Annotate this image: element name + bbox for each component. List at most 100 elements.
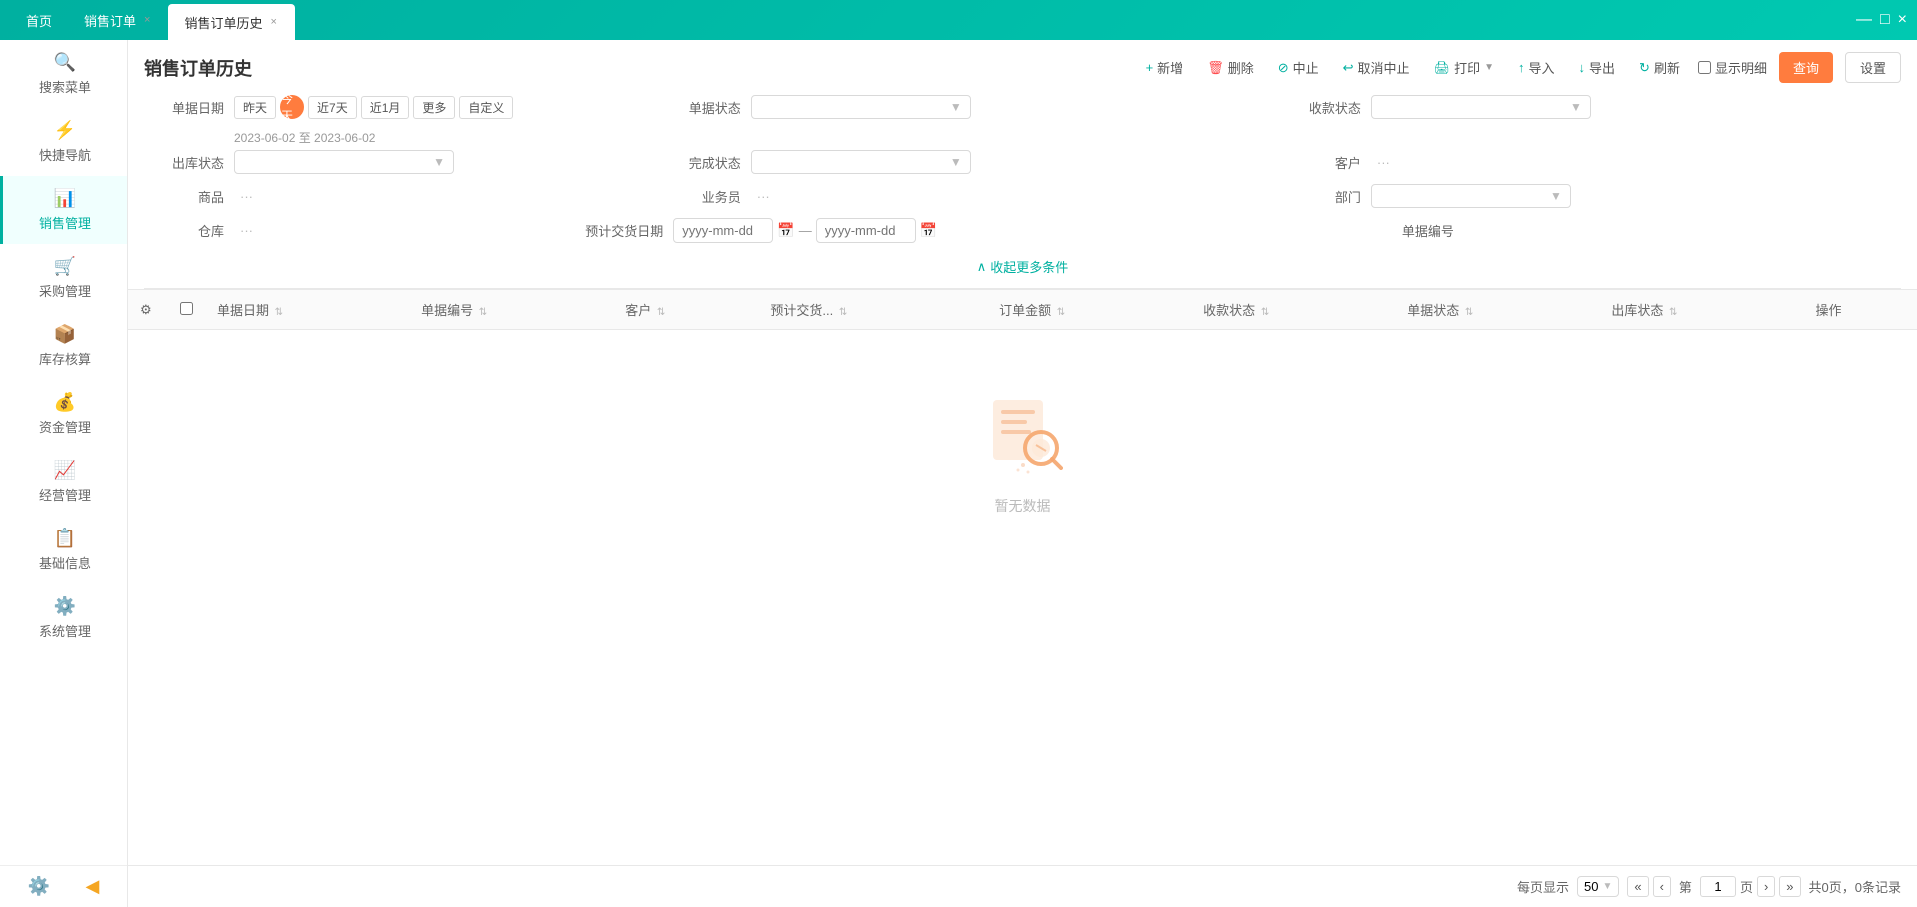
calendar-from-icon[interactable]: 📅 — [777, 222, 794, 239]
date-btn-today[interactable]: 今天 — [280, 95, 304, 119]
settings-button[interactable]: 设置 — [1845, 52, 1901, 83]
status-select[interactable]: ▼ — [751, 95, 971, 119]
payment-select-arrow: ▼ — [1570, 100, 1582, 114]
warehouse-ellipsis[interactable]: ··· — [234, 219, 259, 242]
page-last-btn[interactable]: » — [1779, 876, 1800, 897]
sort-customer-icon: ⇅ — [657, 307, 665, 318]
complete-select[interactable]: ▼ — [751, 150, 971, 174]
show-detail-input[interactable] — [1698, 61, 1711, 74]
dept-select[interactable]: ▼ — [1371, 184, 1571, 208]
calendar-to-icon[interactable]: 📅 — [920, 222, 937, 239]
sidebar-item-search[interactable]: 🔍 搜索菜单 — [0, 40, 127, 108]
th-order-no[interactable]: 单据编号 ⇅ — [409, 290, 613, 330]
cancel-stop-button[interactable]: ↩ 取消中止 — [1337, 54, 1416, 81]
show-detail-checkbox[interactable]: 显示明细 — [1698, 58, 1767, 77]
status-label: 单据状态 — [661, 98, 751, 117]
page-first-btn[interactable]: « — [1627, 876, 1648, 897]
date-btn-more[interactable]: 更多 — [413, 96, 455, 119]
warehouse-label: 仓库 — [144, 221, 234, 240]
date-label: 单据日期 — [144, 98, 234, 117]
delivery-date-to[interactable] — [816, 218, 916, 243]
filter-row-2: 出库状态 ▼ 完成状态 ▼ 客户 — [144, 150, 1901, 174]
stop-icon: ⊘ — [1278, 60, 1289, 76]
window-close[interactable]: × — [1898, 11, 1907, 29]
customer-select-ellipsis[interactable]: ··· — [1371, 151, 1396, 174]
filter-product-col: 商品 ··· — [144, 185, 661, 208]
sort-delivery-icon: ⇅ — [839, 307, 847, 318]
date-btn-1month[interactable]: 近1月 — [361, 96, 410, 119]
sidebar-item-finance[interactable]: 💰 资金管理 — [0, 380, 127, 448]
sidebar-settings-icon[interactable]: ⚙️ — [28, 876, 50, 897]
add-button[interactable]: + 新增 — [1140, 54, 1190, 81]
date-range-buttons: 昨天 今天 近7天 近1月 更多 自定义 — [234, 95, 513, 119]
filter-delivery-col: 出库状态 ▼ — [144, 150, 661, 174]
top-bar-right: — □ × — [1856, 11, 1907, 29]
date-btn-custom[interactable]: 自定义 — [459, 96, 513, 119]
th-order-status[interactable]: 单据状态 ⇅ — [1395, 290, 1599, 330]
page-prev-btn[interactable]: ‹ — [1653, 876, 1671, 897]
status-select-arrow: ▼ — [950, 100, 962, 114]
tab-sales-order-history[interactable]: 销售订单历史 × — [168, 4, 294, 40]
data-table: ⚙ 单据日期 ⇅ 单据编号 ⇅ — [128, 290, 1917, 330]
sidebar-item-inventory[interactable]: 📦 库存核算 — [0, 312, 127, 380]
table-area: ⚙ 单据日期 ⇅ 单据编号 ⇅ — [128, 290, 1917, 865]
tab-sales-order[interactable]: 销售订单 × — [68, 0, 168, 40]
tab-sales-order-close[interactable]: × — [142, 14, 152, 26]
collapse-row[interactable]: ∧ 收起更多条件 — [144, 253, 1901, 280]
page-title-row: 销售订单历史 + 新增 🗑 删除 ⊘ 中止 ↩ — [144, 52, 1901, 83]
filter-complete-col: 完成状态 ▼ — [661, 150, 1281, 174]
select-all-checkbox[interactable] — [180, 302, 193, 315]
sidebar-item-purchase[interactable]: 🛒 采购管理 — [0, 244, 127, 312]
date-btn-yesterday[interactable]: 昨天 — [234, 96, 276, 119]
sidebar-item-sales[interactable]: 📊 销售管理 — [0, 176, 127, 244]
export-button[interactable]: ↓ 导出 — [1573, 54, 1622, 81]
basic-info-icon: 📋 — [54, 528, 76, 549]
sidebar-item-quicknav[interactable]: ⚡ 快捷导航 — [0, 108, 127, 176]
th-amount[interactable]: 订单金额 ⇅ — [987, 290, 1191, 330]
stop-button[interactable]: ⊘ 中止 — [1272, 54, 1325, 81]
th-delivery-date[interactable]: 预计交货... ⇅ — [758, 290, 987, 330]
query-button[interactable]: 查询 — [1779, 52, 1833, 83]
sidebar-collapse-icon[interactable]: ◀ — [85, 876, 99, 897]
cancel-stop-icon: ↩ — [1343, 60, 1354, 76]
sidebar-item-operations[interactable]: 📈 经营管理 — [0, 448, 127, 516]
th-settings: ⚙ — [128, 290, 168, 330]
th-date[interactable]: 单据日期 ⇅ — [205, 290, 409, 330]
refresh-icon: ↻ — [1639, 60, 1650, 76]
delivery-select[interactable]: ▼ — [234, 150, 454, 174]
delivery-date-from[interactable] — [673, 218, 773, 243]
per-page-select[interactable]: 50 ▼ — [1577, 876, 1619, 897]
filter-customer-col: 客户 ··· — [1281, 151, 1901, 174]
th-delivery-status[interactable]: 出库状态 ⇅ — [1599, 290, 1803, 330]
window-maximize[interactable]: □ — [1880, 11, 1890, 29]
sort-delivery-status-icon: ⇅ — [1669, 307, 1677, 318]
delete-button[interactable]: 🗑 删除 — [1201, 54, 1260, 81]
pagination: « ‹ 第 页 › » — [1627, 876, 1800, 897]
export-icon: ↓ — [1579, 60, 1586, 75]
sales-ellipsis[interactable]: ··· — [751, 185, 776, 208]
page-input[interactable] — [1700, 876, 1736, 897]
delivery-date-label: 预计交货日期 — [583, 221, 673, 240]
th-customer[interactable]: 客户 ⇅ — [613, 290, 758, 330]
table-settings-icon[interactable]: ⚙ — [140, 302, 152, 317]
search-icon: 🔍 — [54, 52, 76, 73]
print-dropdown-icon: ▼ — [1484, 62, 1494, 73]
filter-delivery-date-col: 预计交货日期 📅 — 📅 — [583, 218, 1374, 243]
th-payment-status[interactable]: 收款状态 ⇅ — [1191, 290, 1395, 330]
sales-icon: 📊 — [54, 188, 76, 209]
page-next-btn[interactable]: › — [1757, 876, 1775, 897]
window-minimize[interactable]: — — [1856, 11, 1872, 29]
payment-select[interactable]: ▼ — [1371, 95, 1591, 119]
product-ellipsis[interactable]: ··· — [234, 185, 259, 208]
refresh-button[interactable]: ↻ 刷新 — [1633, 54, 1686, 81]
sort-order-no-icon: ⇅ — [479, 307, 487, 318]
dept-select-arrow: ▼ — [1550, 189, 1562, 203]
sidebar-item-basic-info[interactable]: 📋 基础信息 — [0, 516, 127, 584]
date-btn-7days[interactable]: 近7天 — [308, 96, 357, 119]
import-button[interactable]: ↑ 导入 — [1512, 54, 1561, 81]
import-icon: ↑ — [1518, 60, 1525, 75]
tab-home[interactable]: 首页 — [10, 0, 68, 40]
tab-sales-order-history-close[interactable]: × — [268, 16, 278, 28]
sidebar-item-system[interactable]: ⚙️ 系统管理 — [0, 584, 127, 652]
print-button[interactable]: 🖨 打印 ▼ — [1428, 54, 1500, 81]
